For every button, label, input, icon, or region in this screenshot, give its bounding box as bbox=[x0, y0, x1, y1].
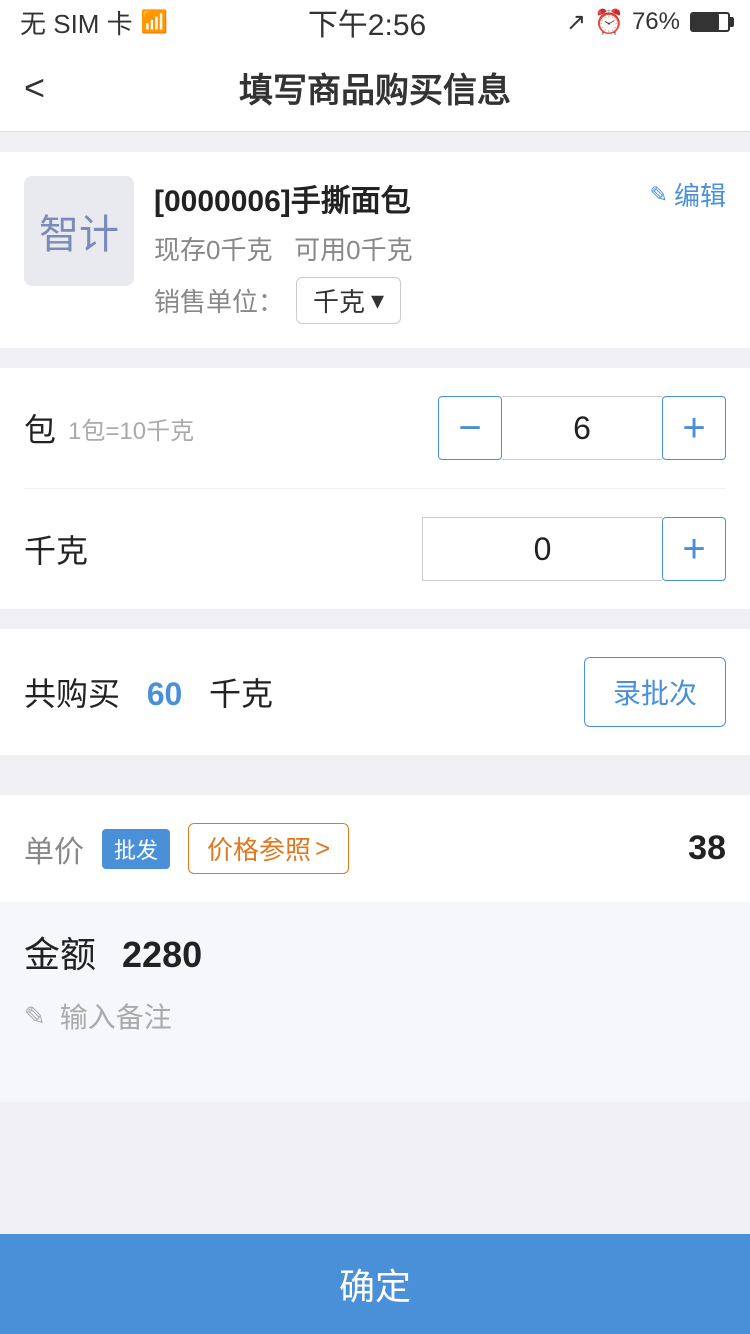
gap-2 bbox=[0, 348, 750, 368]
wifi-icon: 📶 bbox=[141, 9, 168, 35]
price-ref-label: 价格参照 bbox=[207, 830, 311, 867]
total-value: 60 bbox=[147, 676, 183, 712]
total-section: 共购买 60 千克 录批次 bbox=[0, 629, 750, 755]
back-button[interactable]: < bbox=[24, 67, 45, 109]
pack-label: 包 bbox=[24, 405, 56, 451]
kg-controls: + bbox=[422, 517, 726, 581]
gap-3 bbox=[0, 609, 750, 629]
product-logo: 智计 bbox=[39, 202, 119, 260]
gap-1 bbox=[0, 132, 750, 152]
product-name: [0000006]手撕面包 bbox=[154, 176, 726, 220]
batch-button[interactable]: 录批次 bbox=[584, 657, 726, 727]
pack-input-row: 包 1包=10千克 − + bbox=[24, 368, 726, 489]
bottom-spacer bbox=[0, 1102, 750, 1212]
gap-4 bbox=[0, 755, 750, 775]
input-section: 包 1包=10千克 − + 千克 + bbox=[0, 368, 750, 609]
total-label: 共购买 bbox=[24, 676, 120, 712]
pack-plus-button[interactable]: + bbox=[662, 396, 726, 460]
chevron-right-icon: > bbox=[315, 833, 330, 864]
kg-label-group: 千克 bbox=[24, 526, 88, 572]
stock-label: 现存0千克 bbox=[154, 235, 272, 265]
edit-icon: ✎ bbox=[650, 182, 668, 208]
unit-selector[interactable]: 千克 ▾ bbox=[296, 277, 401, 324]
pack-minus-button[interactable]: − bbox=[438, 396, 502, 460]
product-image: 智计 bbox=[24, 176, 134, 286]
status-right: ↗ ⏰ 76% bbox=[566, 8, 730, 37]
confirm-button[interactable]: 确定 bbox=[0, 1234, 750, 1334]
carrier-text: 无 SIM 卡 bbox=[20, 4, 133, 41]
page-title: 填写商品购买信息 bbox=[239, 63, 511, 112]
pack-label-group: 包 1包=10千克 bbox=[24, 405, 194, 451]
total-text: 共购买 60 千克 bbox=[24, 669, 273, 715]
amount-row: 金额 2280 bbox=[24, 926, 726, 978]
product-stock: 现存0千克 可用0千克 bbox=[154, 230, 726, 267]
price-value: 38 bbox=[688, 829, 726, 868]
chevron-down-icon: ▾ bbox=[371, 285, 384, 316]
pack-controls: − + bbox=[438, 396, 726, 460]
unit-label: 销售单位： bbox=[154, 282, 284, 319]
kg-label: 千克 bbox=[24, 526, 88, 572]
product-unit-row: 销售单位： 千克 ▾ bbox=[154, 277, 726, 324]
amount-label: 金额 bbox=[24, 934, 96, 975]
battery-text: 76% bbox=[632, 8, 680, 36]
edit-button[interactable]: ✎ 编辑 bbox=[650, 176, 726, 213]
product-info: [0000006]手撕面包 现存0千克 可用0千克 销售单位： 千克 ▾ bbox=[154, 176, 726, 324]
price-section: 单价 批发 价格参照 > 38 bbox=[0, 795, 750, 902]
status-bar: 无 SIM 卡 📶 下午2:56 ↗ ⏰ 76% bbox=[0, 0, 750, 44]
nav-bar: < 填写商品购买信息 bbox=[0, 44, 750, 132]
kg-quantity-input[interactable] bbox=[422, 517, 662, 581]
amount-section: 金额 2280 ✎ 输入备注 bbox=[0, 902, 750, 1102]
pencil-icon: ✎ bbox=[24, 1001, 46, 1032]
kg-input-row: 千克 + bbox=[24, 489, 726, 609]
total-unit: 千克 bbox=[209, 676, 273, 712]
edit-label: 编辑 bbox=[674, 176, 726, 213]
price-reference-button[interactable]: 价格参照 > bbox=[188, 823, 349, 874]
remark-placeholder: 输入备注 bbox=[60, 996, 172, 1036]
price-type-tag: 批发 bbox=[102, 829, 170, 869]
pack-quantity-input[interactable] bbox=[502, 396, 662, 460]
location-icon: ↗ bbox=[566, 8, 586, 37]
remark-row[interactable]: ✎ 输入备注 bbox=[24, 996, 726, 1036]
unit-value: 千克 bbox=[313, 282, 365, 319]
battery-icon bbox=[690, 12, 730, 32]
price-label: 单价 bbox=[24, 827, 84, 871]
amount-value: 2280 bbox=[122, 934, 202, 975]
kg-plus-button[interactable]: + bbox=[662, 517, 726, 581]
available-label: 可用0千克 bbox=[294, 235, 412, 265]
status-left: 无 SIM 卡 📶 bbox=[20, 4, 168, 41]
time-display: 下午2:56 bbox=[308, 0, 426, 44]
pack-hint: 1包=10千克 bbox=[68, 411, 194, 446]
alarm-icon: ⏰ bbox=[594, 8, 624, 37]
product-card: 智计 [0000006]手撕面包 现存0千克 可用0千克 销售单位： 千克 ▾ … bbox=[0, 152, 750, 348]
